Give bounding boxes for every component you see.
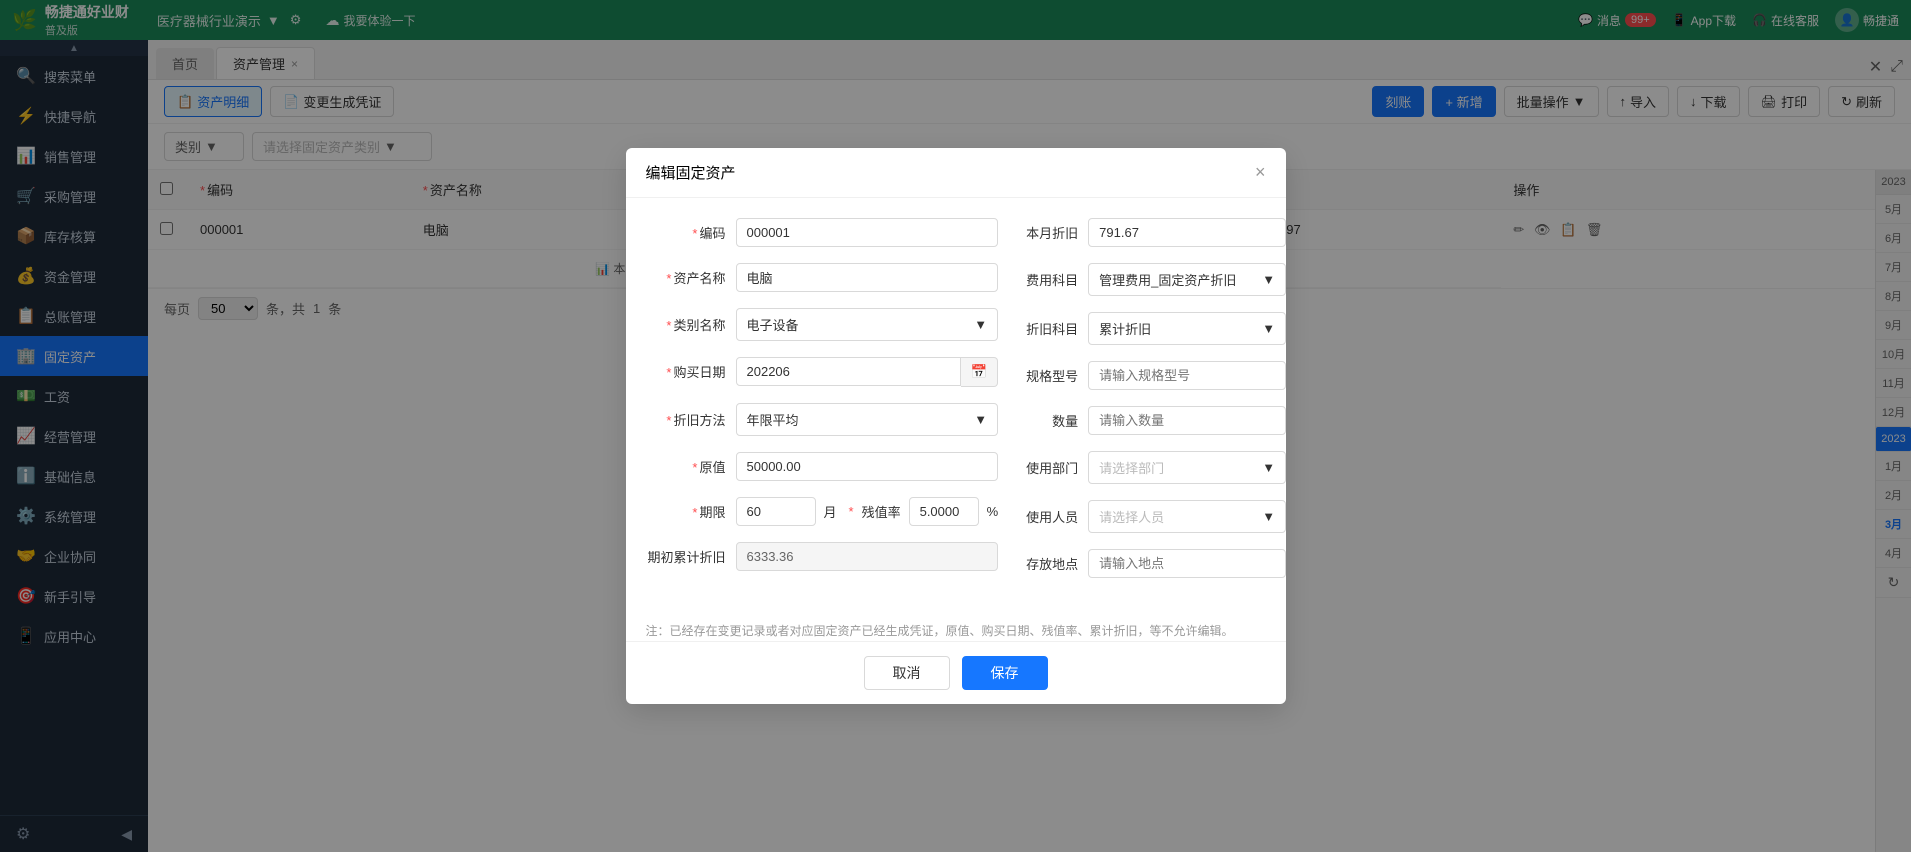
dialog-header: 编辑固定资产 × [626, 148, 1286, 198]
select-category[interactable]: 电子设备 ▼ [736, 308, 999, 341]
label-user: 使用人员 [998, 507, 1088, 526]
select-depr-account[interactable]: 累计折旧 ▼ [1088, 312, 1286, 345]
edit-asset-dialog: 编辑固定资产 × *编码 *资产名称 [626, 148, 1286, 704]
term-group: 月 * 残值率 % [736, 497, 999, 526]
select-expense-value: 管理费用_固定资产折旧 [1099, 270, 1236, 289]
label-category: *类别名称 [646, 315, 736, 334]
form-row-date: *购买日期 📅 [646, 357, 999, 387]
form-row-name: *资产名称 [646, 263, 999, 292]
select-category-value: 电子设备 [747, 315, 799, 334]
label-term: *期限 [646, 502, 736, 521]
dialog-title: 编辑固定资产 [646, 162, 736, 183]
form-row-monthly-depr: 本月折旧 [998, 218, 1286, 247]
label-quantity: 数量 [998, 411, 1088, 430]
input-name[interactable] [736, 263, 999, 292]
select-method[interactable]: 年限平均 ▼ [736, 403, 999, 436]
select-category-icon: ▼ [974, 317, 987, 332]
dialog-body: *编码 *资产名称 *类别名称 电子设备 ▼ [626, 198, 1286, 614]
dialog-overlay: 编辑固定资产 × *编码 *资产名称 [0, 0, 1911, 852]
input-initial-depr[interactable] [736, 542, 999, 571]
select-department-icon: ▼ [1262, 460, 1275, 475]
label-code: *编码 [646, 223, 736, 242]
input-quantity[interactable] [1088, 406, 1286, 435]
form-row-initial-depr: 期初累计折旧 [646, 542, 999, 571]
form-row-user: 使用人员 请选择人员 ▼ [998, 500, 1286, 533]
label-date: *购买日期 [646, 362, 736, 381]
form-row-method: *折旧方法 年限平均 ▼ [646, 403, 999, 436]
select-method-icon: ▼ [974, 412, 987, 427]
input-term[interactable] [736, 497, 816, 526]
dialog-two-col: *编码 *资产名称 *类别名称 电子设备 ▼ [646, 218, 1266, 594]
input-location[interactable] [1088, 549, 1286, 578]
input-residual[interactable] [909, 497, 979, 526]
select-depr-value: 累计折旧 [1099, 319, 1151, 338]
label-depr-account: 折旧科目 [998, 319, 1088, 338]
select-expense-account[interactable]: 管理费用_固定资产折旧 ▼ [1088, 263, 1286, 296]
date-picker-btn[interactable]: 📅 [961, 357, 999, 387]
form-row-code: *编码 [646, 218, 999, 247]
input-date-wrapper: 📅 [736, 357, 999, 387]
select-department[interactable]: 请选择部门 ▼ [1088, 451, 1286, 484]
input-date[interactable] [736, 357, 961, 386]
input-spec[interactable] [1088, 361, 1286, 390]
label-department: 使用部门 [998, 458, 1088, 477]
form-row-category: *类别名称 电子设备 ▼ [646, 308, 999, 341]
form-row-quantity: 数量 [998, 406, 1286, 435]
input-original[interactable] [736, 452, 999, 481]
form-row-expense-account: 费用科目 管理费用_固定资产折旧 ▼ [998, 263, 1286, 296]
dialog-note: 注：已经存在变更记录或者对应固定资产已经生成凭证，原值、购买日期、残值率、累计折… [626, 614, 1286, 641]
form-row-spec: 规格型号 [998, 361, 1286, 390]
label-expense-account: 费用科目 [998, 270, 1088, 289]
label-monthly-depr: 本月折旧 [998, 223, 1088, 242]
select-expense-icon: ▼ [1262, 272, 1275, 287]
label-spec: 规格型号 [998, 366, 1088, 385]
select-depr-icon: ▼ [1262, 321, 1275, 336]
label-name: *资产名称 [646, 268, 736, 287]
dialog-left-col: *编码 *资产名称 *类别名称 电子设备 ▼ [646, 218, 999, 594]
select-user[interactable]: 请选择人员 ▼ [1088, 500, 1286, 533]
save-button[interactable]: 保存 [962, 656, 1048, 690]
dialog-right-col: 本月折旧 费用科目 管理费用_固定资产折旧 ▼ 折旧科目 [998, 218, 1286, 594]
residual-rate-label: 残值率 [862, 502, 901, 521]
select-method-value: 年限平均 [747, 410, 799, 429]
form-row-depr-account: 折旧科目 累计折旧 ▼ [998, 312, 1286, 345]
input-code[interactable] [736, 218, 999, 247]
cancel-button[interactable]: 取消 [864, 656, 950, 690]
input-monthly-depr[interactable] [1088, 218, 1286, 247]
dialog-close-icon[interactable]: × [1255, 162, 1266, 183]
form-row-location: 存放地点 [998, 549, 1286, 578]
label-method: *折旧方法 [646, 410, 736, 429]
dialog-footer: 取消 保存 [626, 641, 1286, 704]
form-row-department: 使用部门 请选择部门 ▼ [998, 451, 1286, 484]
label-initial-depr: 期初累计折旧 [646, 547, 736, 566]
residual-unit: % [987, 504, 999, 519]
form-row-original: *原值 [646, 452, 999, 481]
residual-label: * [849, 504, 854, 519]
form-row-term: *期限 月 * 残值率 % [646, 497, 999, 526]
label-location: 存放地点 [998, 554, 1088, 573]
select-user-placeholder: 请选择人员 [1099, 507, 1164, 526]
term-unit: 月 [824, 502, 837, 521]
select-department-placeholder: 请选择部门 [1099, 458, 1164, 477]
select-user-icon: ▼ [1262, 509, 1275, 524]
label-original: *原值 [646, 457, 736, 476]
